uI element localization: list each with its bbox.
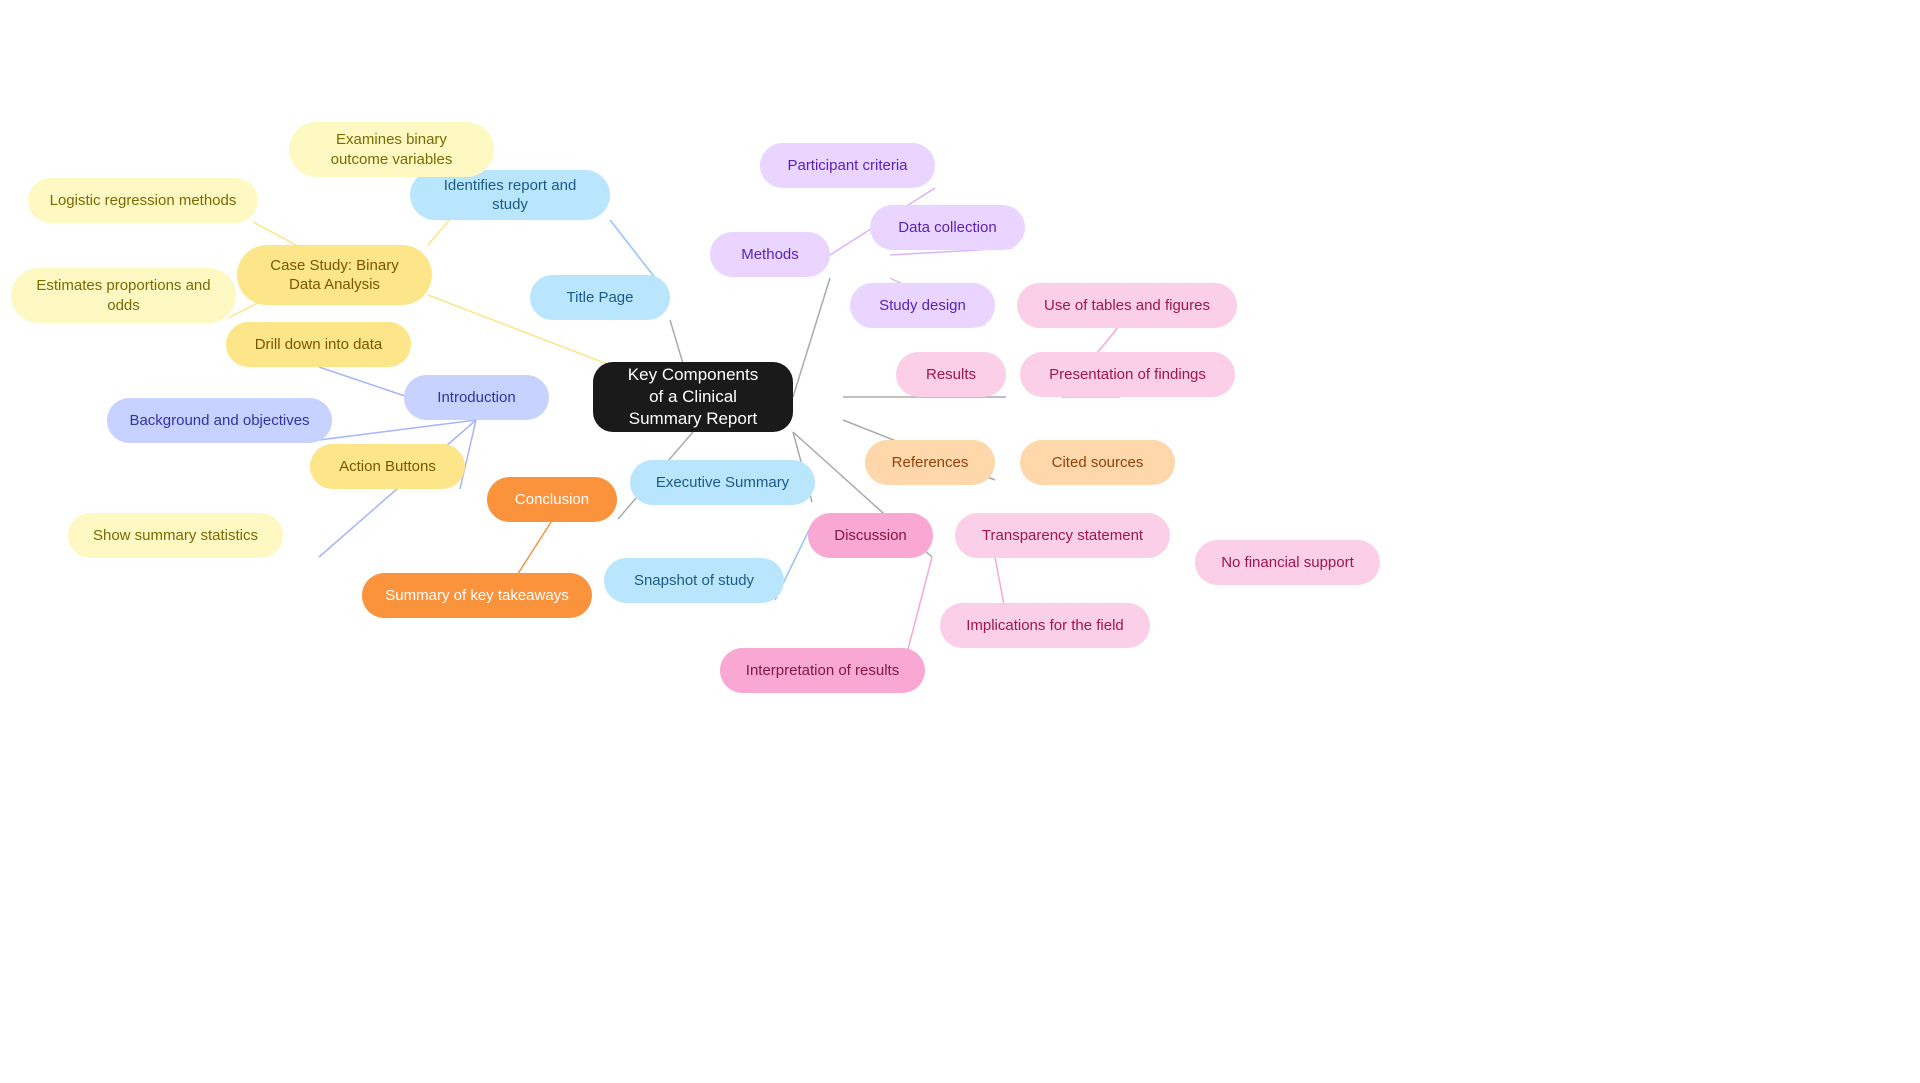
background-node: Background and objectives xyxy=(107,398,332,443)
conclusion-label: Conclusion xyxy=(515,490,589,510)
introduction-node: Introduction xyxy=(404,375,549,420)
cited-sources-node: Cited sources xyxy=(1020,440,1175,485)
snapshot-label: Snapshot of study xyxy=(634,571,754,591)
data-collection-node: Data collection xyxy=(870,205,1025,250)
presentation-label: Presentation of findings xyxy=(1049,365,1206,385)
transparency-label: Transparency statement xyxy=(982,526,1143,546)
discussion-node: Discussion xyxy=(808,513,933,558)
estimates-label: Estimates proportions and odds xyxy=(29,276,218,315)
drill-down-label: Drill down into data xyxy=(255,335,383,355)
participant-criteria-node: Participant criteria xyxy=(760,143,935,188)
estimates-node: Estimates proportions and odds xyxy=(11,268,236,323)
background-label: Background and objectives xyxy=(129,411,309,431)
show-summary-label: Show summary statistics xyxy=(93,526,258,546)
identifies-label: Identifies report and study xyxy=(428,176,592,215)
summary-takeaways-label: Summary of key takeaways xyxy=(385,586,568,606)
conclusion-node: Conclusion xyxy=(487,477,617,522)
data-collection-label: Data collection xyxy=(898,218,996,238)
logistic-label: Logistic regression methods xyxy=(50,191,237,211)
action-buttons-node: Action Buttons xyxy=(310,444,465,489)
case-study-label: Case Study: Binary Data Analysis xyxy=(255,256,414,295)
discussion-label: Discussion xyxy=(834,526,907,546)
participant-criteria-label: Participant criteria xyxy=(787,156,907,176)
drill-down-node: Drill down into data xyxy=(226,322,411,367)
cited-sources-label: Cited sources xyxy=(1052,453,1144,473)
no-financial-label: No financial support xyxy=(1221,553,1354,573)
executive-summary-label: Executive Summary xyxy=(656,473,789,493)
references-node: References xyxy=(865,440,995,485)
interpretation-node: Interpretation of results xyxy=(720,648,925,693)
snapshot-node: Snapshot of study xyxy=(604,558,784,603)
use-of-tables-label: Use of tables and figures xyxy=(1044,296,1210,316)
examines-label: Examines binary outcome variables xyxy=(307,130,476,169)
title-page-label: Title Page xyxy=(567,288,634,308)
show-summary-node: Show summary statistics xyxy=(68,513,283,558)
logistic-node: Logistic regression methods xyxy=(28,178,258,223)
study-design-label: Study design xyxy=(879,296,966,316)
results-label: Results xyxy=(926,365,976,385)
methods-node: Methods xyxy=(710,232,830,277)
examines-node: Examines binary outcome variables xyxy=(289,122,494,177)
transparency-node: Transparency statement xyxy=(955,513,1170,558)
case-study-node: Case Study: Binary Data Analysis xyxy=(237,245,432,305)
no-financial-node: No financial support xyxy=(1195,540,1380,585)
interpretation-label: Interpretation of results xyxy=(746,661,899,681)
identifies-node: Identifies report and study xyxy=(410,170,610,220)
center-node: Key Components of a Clinical Summary Rep… xyxy=(593,362,793,432)
presentation-node: Presentation of findings xyxy=(1020,352,1235,397)
methods-label: Methods xyxy=(741,245,799,265)
executive-summary-node: Executive Summary xyxy=(630,460,815,505)
results-node: Results xyxy=(896,352,1006,397)
action-buttons-label: Action Buttons xyxy=(339,457,436,477)
title-page-node: Title Page xyxy=(530,275,670,320)
center-label: Key Components of a Clinical Summary Rep… xyxy=(623,364,763,430)
implications-label: Implications for the field xyxy=(966,616,1124,636)
implications-node: Implications for the field xyxy=(940,603,1150,648)
introduction-label: Introduction xyxy=(437,388,515,408)
study-design-node: Study design xyxy=(850,283,995,328)
references-label: References xyxy=(892,453,969,473)
use-of-tables-node: Use of tables and figures xyxy=(1017,283,1237,328)
summary-takeaways-node: Summary of key takeaways xyxy=(362,573,592,618)
